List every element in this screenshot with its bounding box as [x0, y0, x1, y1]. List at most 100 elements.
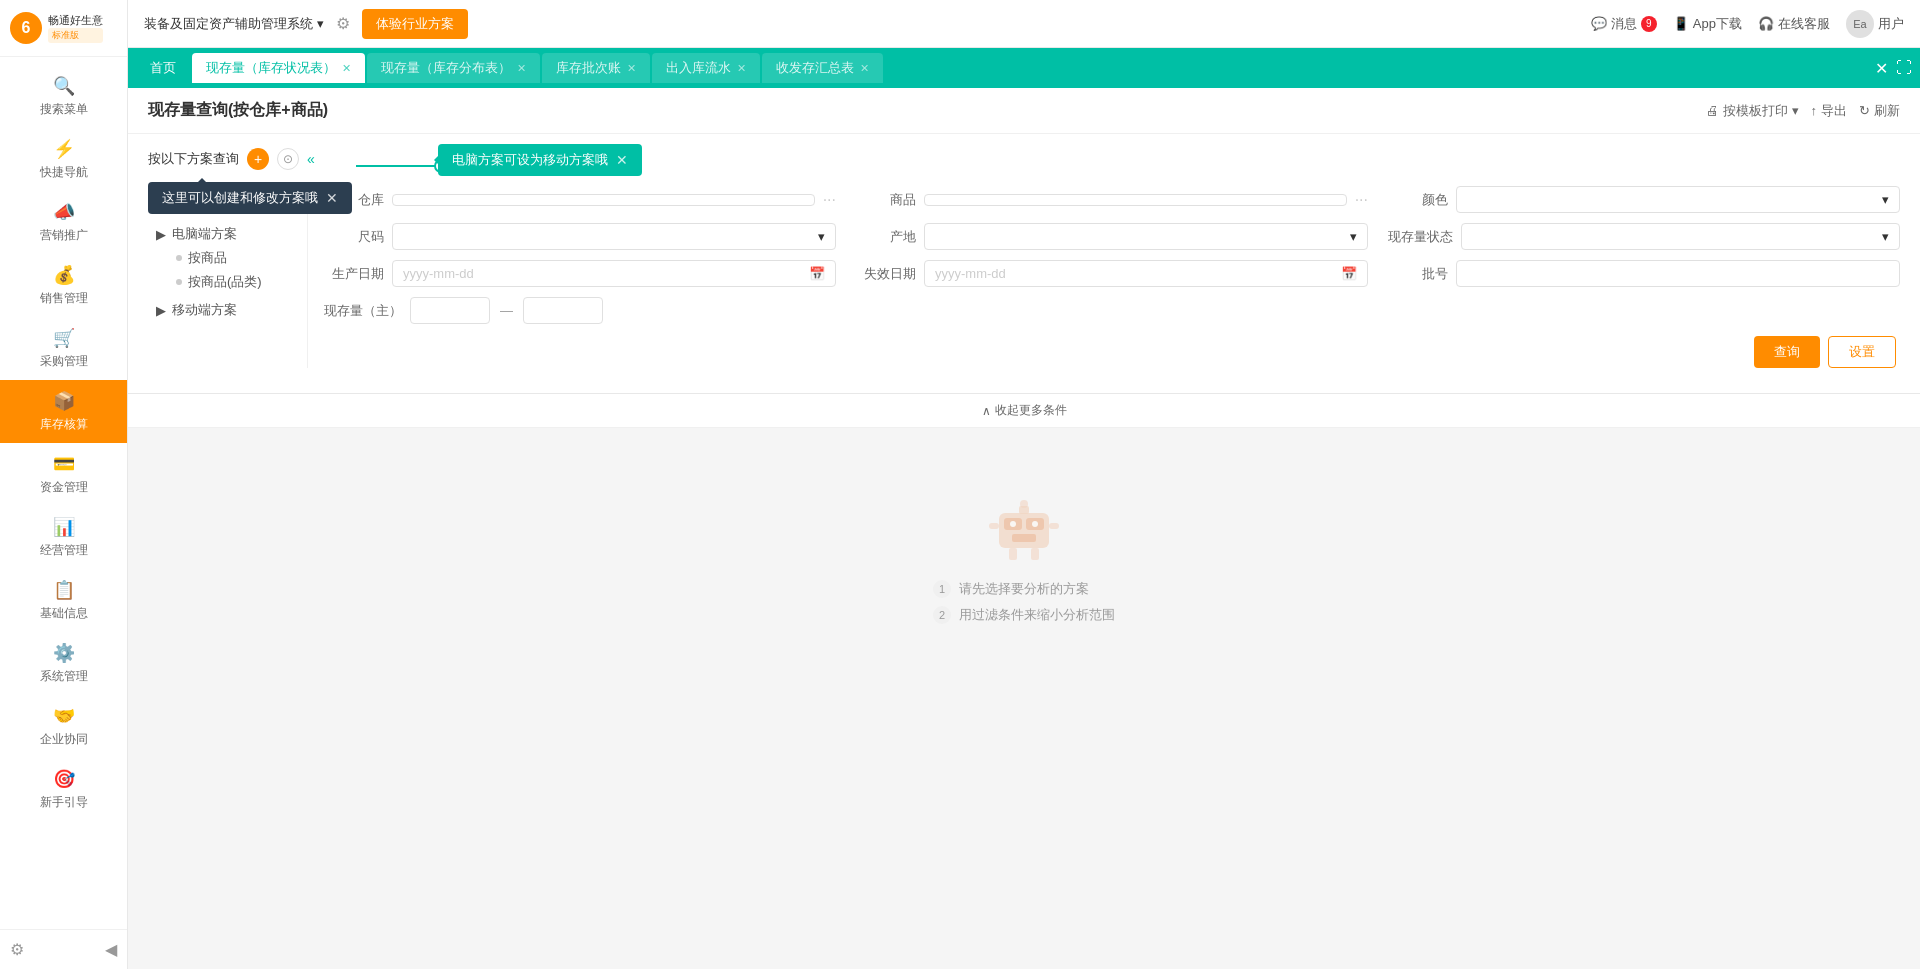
topbar-settings-icon[interactable]: ⚙ — [336, 14, 350, 33]
empty-tips: 1 请先选择要分析的方案 2 用过滤条件来缩小分析范围 — [933, 580, 1115, 624]
goods-input[interactable] — [924, 194, 1347, 206]
tab-close-inout-flow[interactable]: ✕ — [737, 62, 746, 75]
scheme-tooltip: 电脑方案可设为移动方案哦 ✕ — [438, 144, 642, 176]
chevron-up-icon: ∧ — [982, 404, 991, 418]
logo-icon: 6 — [10, 12, 42, 44]
tab-close-all-icon[interactable]: ✕ — [1875, 59, 1888, 78]
tab-close-inventory-dist[interactable]: ✕ — [517, 62, 526, 75]
scheme-item-by-goods-category[interactable]: 按商品(品类) — [148, 270, 299, 294]
tab-close-receive-summary[interactable]: ✕ — [860, 62, 869, 75]
filter-area: 按以下方案查询 + ⊙ « 电脑方案可设为移动方案哦 ✕ — [128, 134, 1920, 394]
sidebar-item-guide[interactable]: 🎯 新手引导 — [0, 758, 127, 821]
exp-date-input[interactable]: yyyy-mm-dd 📅 — [924, 260, 1368, 287]
collapse-sidebar-icon[interactable]: ◀ — [105, 940, 117, 959]
color-select[interactable]: ▾ — [1456, 186, 1900, 213]
warehouse-input[interactable] — [392, 194, 815, 206]
sidebar-item-finance[interactable]: 💳 资金管理 — [0, 443, 127, 506]
goods-dots[interactable]: ··· — [1355, 191, 1368, 209]
exp-date-label: 失效日期 — [856, 265, 916, 283]
operations-icon: 📊 — [53, 516, 75, 538]
scheme-group-desktop-header[interactable]: ▶ 电脑端方案 — [148, 222, 299, 246]
svg-rect-9 — [1049, 523, 1059, 529]
scheme-group-mobile: ▶ 移动端方案 — [148, 298, 299, 322]
scheme-item-by-goods[interactable]: 按商品 — [148, 246, 299, 270]
tip-text-1: 请先选择要分析的方案 — [959, 580, 1089, 598]
calendar2-icon[interactable]: 📅 — [1341, 266, 1357, 281]
phone-icon: 📱 — [1673, 16, 1689, 31]
filter-header-text: 按以下方案查询 — [148, 150, 239, 168]
sidebar-bottom: ⚙ ◀ — [0, 929, 127, 969]
inventory-qty-label: 现存量（主） — [324, 302, 402, 320]
sidebar-item-search[interactable]: 🔍 搜索菜单 — [0, 65, 127, 128]
sidebar-item-sales[interactable]: 💰 销售管理 — [0, 254, 127, 317]
guide-icon: 🎯 — [53, 768, 75, 790]
calendar-icon[interactable]: 📅 — [809, 266, 825, 281]
sidebar-item-marketing[interactable]: 📣 营销推广 — [0, 191, 127, 254]
sales-icon: 💰 — [53, 264, 75, 286]
system-title-text: 装备及固定资产辅助管理系统 — [144, 15, 313, 33]
origin-label: 产地 — [856, 228, 916, 246]
refresh-action[interactable]: ↻ 刷新 — [1859, 102, 1900, 120]
trial-button[interactable]: 体验行业方案 — [362, 9, 468, 39]
item-dot-icon2 — [176, 279, 182, 285]
svg-rect-11 — [1031, 548, 1039, 560]
online-service-action[interactable]: 🎧 在线客服 — [1758, 15, 1830, 33]
sidebar-item-operations[interactable]: 📊 经营管理 — [0, 506, 127, 569]
origin-select[interactable]: ▾ — [924, 223, 1368, 250]
filter-copy-button[interactable]: ⊙ — [277, 148, 299, 170]
main-area: 装备及固定资产辅助管理系统 ▾ ⚙ 体验行业方案 💬 消息 9 📱 App下载 … — [128, 0, 1920, 969]
user-action[interactable]: Ea 用户 — [1846, 10, 1904, 38]
quick-nav-icon: ⚡ — [53, 138, 75, 160]
tab-bar: 首页 现存量（库存状况表） ✕ 现存量（库存分布表） ✕ 库存批次账 ✕ 出入库… — [128, 48, 1920, 88]
sidebar-item-purchase[interactable]: 🛒 采购管理 — [0, 317, 127, 380]
mfg-date-input[interactable]: yyyy-mm-dd 📅 — [392, 260, 836, 287]
tab-inventory-status[interactable]: 现存量（库存状况表） ✕ — [192, 53, 365, 83]
warehouse-dots[interactable]: ··· — [823, 191, 836, 209]
tab-home[interactable]: 首页 — [136, 53, 190, 83]
tab-close-inventory-batch[interactable]: ✕ — [627, 62, 636, 75]
size-select[interactable]: ▾ — [392, 223, 836, 250]
basic-icon: 📋 — [53, 579, 75, 601]
filter-row-color: 颜色 ▾ — [1388, 186, 1900, 213]
size-label: 尺码 — [324, 228, 384, 246]
tab-inventory-batch[interactable]: 库存批次账 ✕ — [542, 53, 650, 83]
export-action[interactable]: ↑ 导出 — [1811, 102, 1848, 120]
print-dropdown-icon: ▾ — [1792, 103, 1799, 118]
tab-expand-icon[interactable]: ⛶ — [1896, 59, 1912, 77]
inventory-range: — — [410, 297, 603, 324]
filter-grid: 仓库 ··· 商品 ··· 颜色 — [324, 186, 1900, 324]
inventory-status-select[interactable]: ▾ — [1461, 223, 1900, 250]
sidebar-item-system[interactable]: ⚙️ 系统管理 — [0, 632, 127, 695]
system-title-dropdown[interactable]: 装备及固定资产辅助管理系统 ▾ — [144, 15, 324, 33]
app-download-action[interactable]: 📱 App下载 — [1673, 15, 1742, 33]
collapse-bar[interactable]: ∧ 收起更多条件 — [128, 394, 1920, 428]
scheme-group-mobile-header[interactable]: ▶ 移动端方案 — [148, 298, 299, 322]
print-action[interactable]: 🖨 按模板打印 ▾ — [1706, 102, 1799, 120]
filter-add-button[interactable]: + — [247, 148, 269, 170]
tab-inventory-dist[interactable]: 现存量（库存分布表） ✕ — [367, 53, 540, 83]
tab-receive-summary[interactable]: 收发存汇总表 ✕ — [762, 53, 883, 83]
sidebar-item-inventory[interactable]: 📦 库存核算 — [0, 380, 127, 443]
scheme-tooltip-close[interactable]: ✕ — [616, 152, 628, 168]
sidebar-item-quick-nav[interactable]: ⚡ 快捷导航 — [0, 128, 127, 191]
tab-inout-flow[interactable]: 出入库流水 ✕ — [652, 53, 760, 83]
reset-button[interactable]: 设置 — [1828, 336, 1896, 368]
empty-state: 1 请先选择要分析的方案 2 用过滤条件来缩小分析范围 — [128, 428, 1920, 684]
svg-rect-10 — [1009, 548, 1017, 560]
tab-close-inventory-status[interactable]: ✕ — [342, 62, 351, 75]
settings-bottom-icon[interactable]: ⚙ — [10, 940, 24, 959]
inventory-qty-min-input[interactable] — [410, 297, 490, 324]
export-icon: ↑ — [1811, 103, 1818, 118]
sidebar-item-enterprise[interactable]: 🤝 企业协同 — [0, 695, 127, 758]
batch-input[interactable] — [1456, 260, 1900, 287]
edit-tooltip-close[interactable]: ✕ — [326, 190, 338, 206]
filter-back-button[interactable]: « — [307, 151, 315, 167]
scheme-tooltip-text: 电脑方案可设为移动方案哦 — [452, 151, 608, 169]
user-avatar: Ea — [1846, 10, 1874, 38]
marketing-icon: 📣 — [53, 201, 75, 223]
inventory-qty-max-input[interactable] — [523, 297, 603, 324]
search-button[interactable]: 查询 — [1754, 336, 1820, 368]
sidebar-item-basic[interactable]: 📋 基础信息 — [0, 569, 127, 632]
sidebar-nav: 🔍 搜索菜单 ⚡ 快捷导航 📣 营销推广 💰 销售管理 🛒 采购管理 📦 库存核… — [0, 57, 127, 929]
message-action[interactable]: 💬 消息 9 — [1591, 15, 1657, 33]
